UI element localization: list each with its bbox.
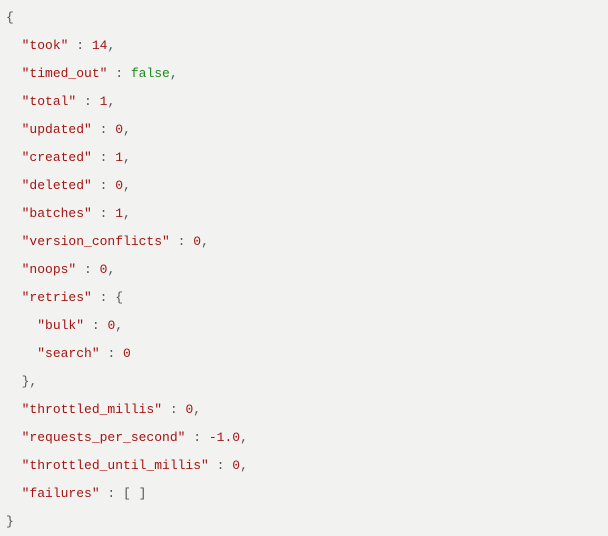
- json-code-block: { "took" : 14, "timed_out" : false, "tot…: [6, 4, 602, 536]
